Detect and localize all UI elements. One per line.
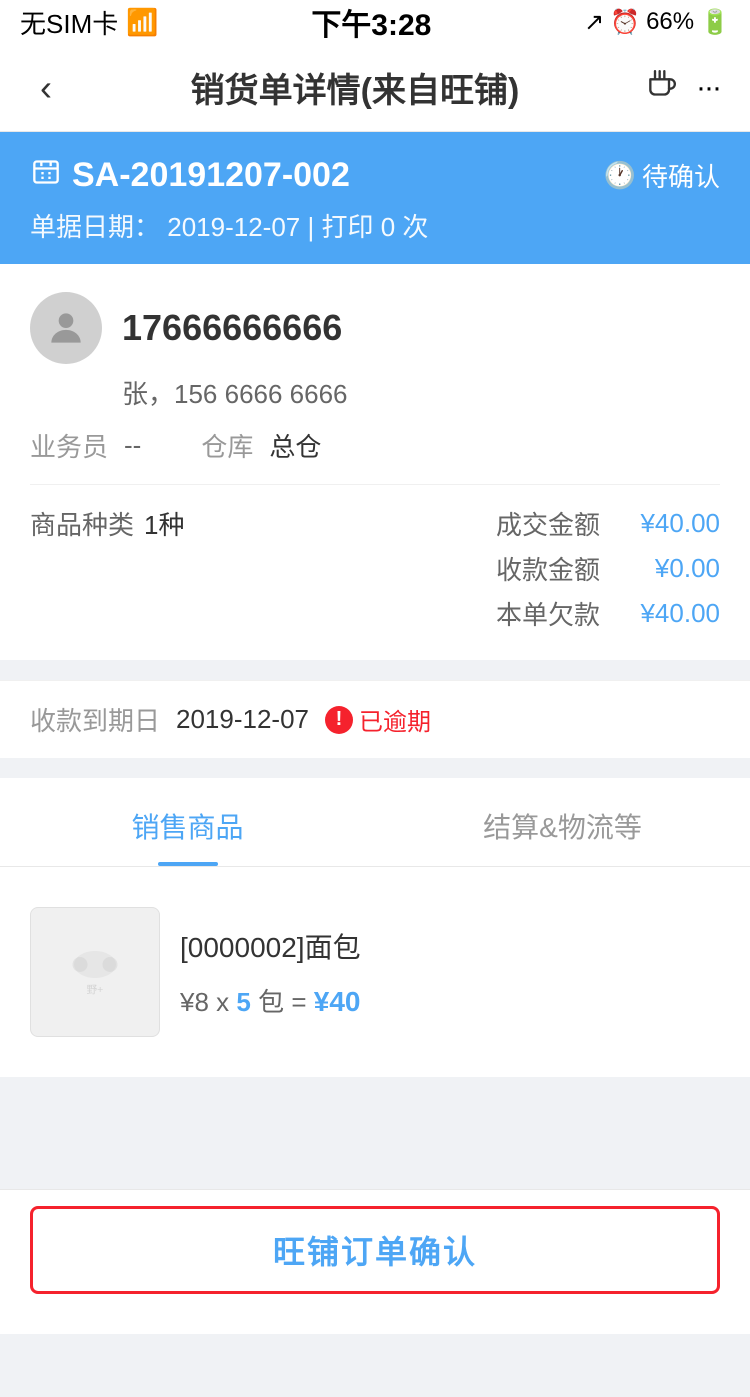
customer-name: 张，156 6666 6666 [122,374,720,411]
product-kinds: 商品种类 1种 [30,505,184,542]
product-info: [0000002]面包 ¥8 x 5 包 = ¥40 [180,926,720,1019]
product-kinds-value: 1种 [144,505,184,542]
quantity-unit: 包 [258,987,284,1017]
product-thumbnail: 野+ [30,907,160,1037]
nav-bar: ‹ 销货单详情(来自旺铺) ··· [0,44,750,132]
location-icon: ↗ [584,8,604,37]
page-title: 销货单详情(来自旺铺) [191,63,520,112]
more-icon[interactable]: ··· [696,71,720,105]
print-count: 0 [381,212,395,242]
product-price-formula: ¥8 x 5 包 = ¥40 [180,982,720,1019]
nav-actions: ··· [648,70,720,106]
alarm-icon: ⏰ [610,8,640,37]
order-date-line: 单据日期： 2019-12-07 | 打印 0 次 [30,207,720,244]
status-text: 待确认 [642,157,720,194]
wifi-icon: 📶 [126,7,158,38]
tabs-header: 销售商品 结算&物流等 [0,778,750,867]
divider [30,484,720,485]
status-clock-icon: 🕐 [604,160,636,191]
customer-section: 17666666666 张，156 6666 6666 业务员 -- 仓库 总仓… [0,264,750,660]
order-status: 🕐 待确认 [604,157,720,194]
tabs-section: 销售商品 结算&物流等 野+ [0000002]面包 ¥8 x 5 包 [0,778,750,1077]
customer-meta: 业务员 -- 仓库 总仓 [30,427,720,464]
product-list: 野+ [0000002]面包 ¥8 x 5 包 = ¥40 [0,867,750,1077]
amount-row-2: 本单欠款 ¥40.00 [496,595,720,632]
quantity-value: 5 [236,987,250,1017]
carrier-text: 无SIM卡 [20,4,118,41]
overdue-icon: ! [325,706,353,734]
product-kinds-label: 商品种类 [30,505,134,542]
product-item: 野+ [0000002]面包 ¥8 x 5 包 = ¥40 [30,887,720,1057]
customer-phone: 17666666666 [122,307,342,349]
svg-text:野+: 野+ [87,984,104,996]
amount-label-1: 收款金额 [496,550,600,587]
amount-label-0: 成交金额 [496,505,600,542]
warehouse-value: 总仓 [269,427,321,464]
amount-row-1: 收款金额 ¥0.00 [496,550,720,587]
amount-label-2: 本单欠款 [496,595,600,632]
overdue-text: 已逾期 [359,702,431,737]
share-icon[interactable] [648,70,676,106]
bottom-bar: 旺铺订单确认 [0,1189,750,1334]
date-label: 单据日期： [30,212,160,242]
due-row: 收款到期日 2019-12-07 ! 已逾期 [30,701,720,738]
amount-value-0: ¥40.00 [620,508,720,539]
print-unit: 次 [402,212,428,242]
quantity-label: x [216,987,229,1017]
amount-row-0: 成交金额 ¥40.00 [496,505,720,542]
avatar [30,292,102,364]
product-name: [0000002]面包 [180,926,720,966]
amount-value-1: ¥0.00 [620,553,720,584]
sales-value: -- [124,430,141,461]
print-label: | 打印 [307,212,373,242]
order-icon [30,156,62,195]
status-bar: 无SIM卡 📶 下午3:28 ↗ ⏰ 66% 🔋 [0,0,750,44]
time-display: 下午3:28 [311,0,431,44]
financial-row: 商品种类 1种 成交金额 ¥40.00 收款金额 ¥0.00 本单欠款 ¥40.… [30,505,720,632]
due-date-value: 2019-12-07 [176,704,309,735]
battery-text: 66% [646,8,694,36]
status-right: ↗ ⏰ 66% 🔋 [584,8,730,37]
tab-settlement[interactable]: 结算&物流等 [375,778,750,866]
battery-icon: 🔋 [700,8,730,37]
sales-label: 业务员 [30,427,108,464]
order-date-value: 2019-12-07 [167,212,300,242]
tab-sales-products[interactable]: 销售商品 [0,778,375,866]
confirm-order-button[interactable]: 旺铺订单确认 [30,1206,720,1294]
order-id: SA-20191207-002 [30,156,350,195]
back-button[interactable]: ‹ [30,57,62,119]
financial-amounts: 成交金额 ¥40.00 收款金额 ¥0.00 本单欠款 ¥40.00 [496,505,720,632]
order-id-text: SA-20191207-002 [72,156,350,195]
warehouse-label: 仓库 [201,427,253,464]
sales-meta: 业务员 -- [30,427,141,464]
warehouse-meta: 仓库 总仓 [201,427,321,464]
price-per-unit: ¥8 [180,987,209,1017]
customer-top: 17666666666 [30,292,720,364]
order-header-banner: SA-20191207-002 🕐 待确认 单据日期： 2019-12-07 |… [0,132,750,264]
order-header-top: SA-20191207-002 🕐 待确认 [30,156,720,195]
product-total: ¥40 [314,986,361,1017]
amount-value-2: ¥40.00 [620,598,720,629]
due-date-section: 收款到期日 2019-12-07 ! 已逾期 [0,680,750,758]
overdue-badge: ! 已逾期 [325,702,431,737]
status-left: 无SIM卡 📶 [20,4,159,41]
equals-sign: = [291,987,306,1017]
due-label: 收款到期日 [30,701,160,738]
